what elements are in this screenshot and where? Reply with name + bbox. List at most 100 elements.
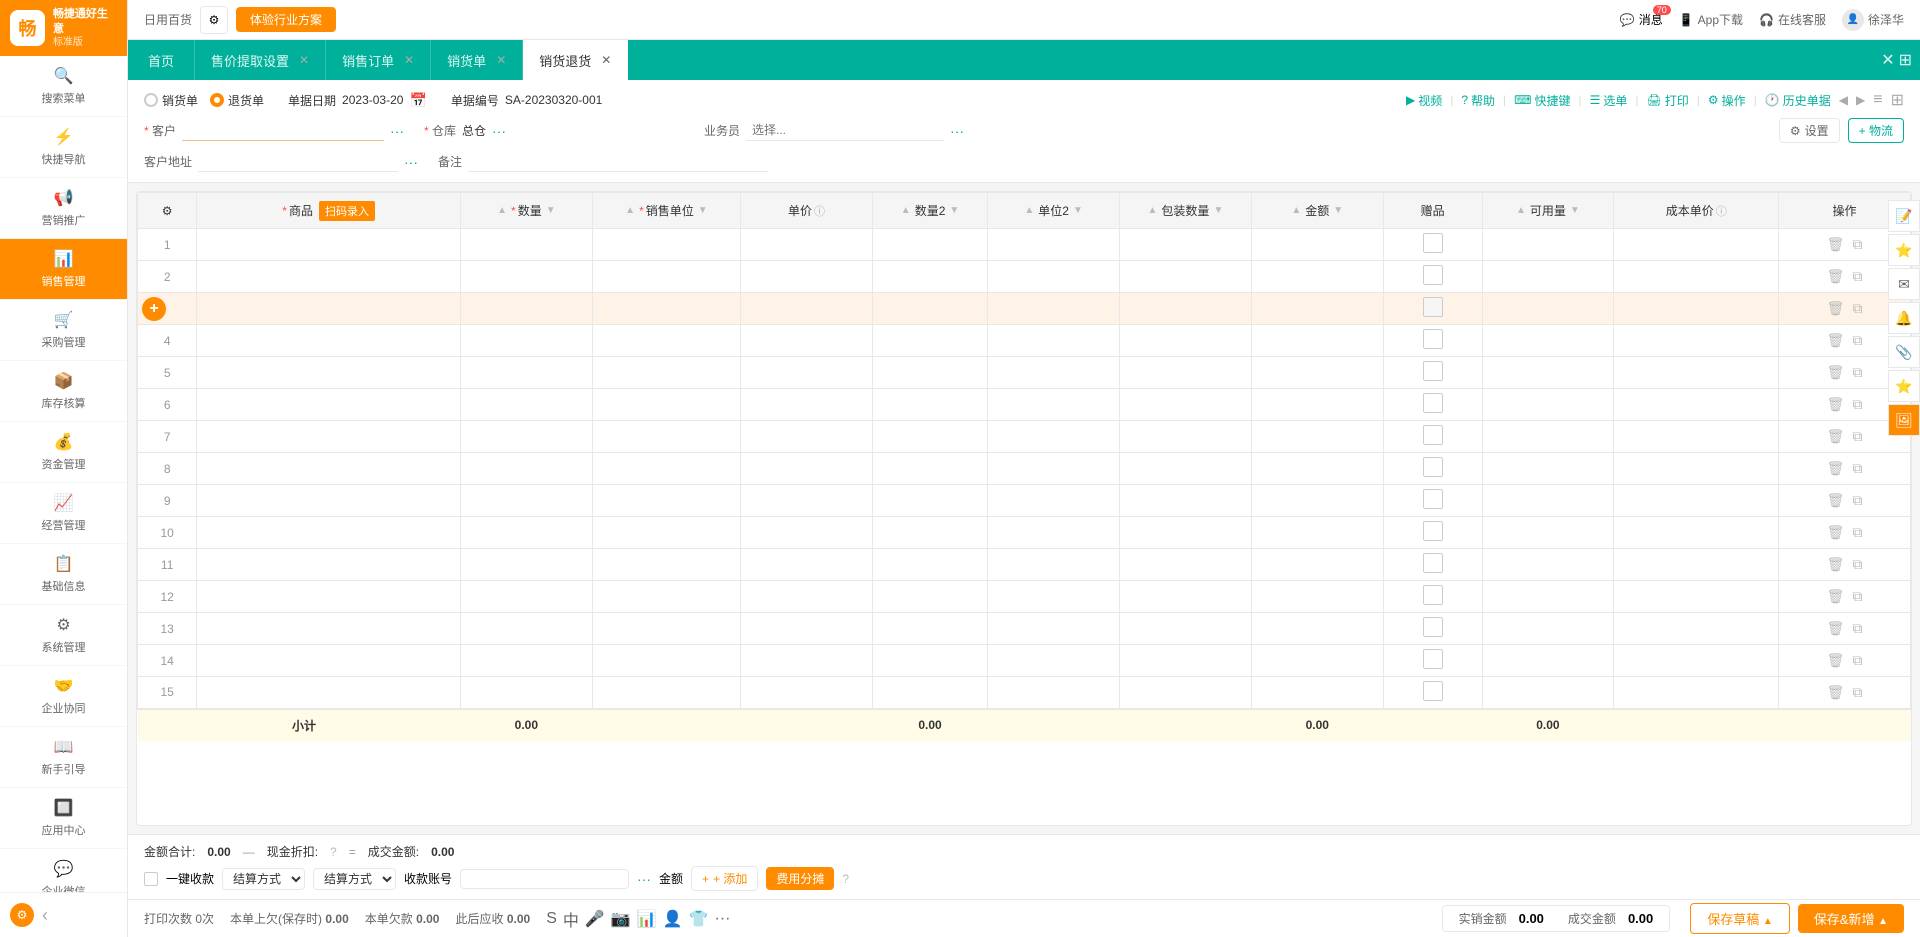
sidebar-item-inventory[interactable]: 📦 库存核算 [0,361,127,422]
qty2-cell[interactable] [872,613,987,645]
tool-more-icon[interactable]: ··· [714,910,730,928]
product-cell[interactable] [197,517,461,549]
scan-input-button[interactable]: 扫码录入 [319,201,375,221]
pack-qty-cell[interactable] [1120,613,1252,645]
radio-return[interactable]: 退货单 [210,92,264,109]
pack-qty-cell[interactable] [1120,357,1252,389]
product-cell[interactable] [197,645,461,677]
gift-checkbox[interactable] [1423,297,1443,317]
pack-qty-cell[interactable] [1120,229,1252,261]
sidebar-item-app-center[interactable]: 🔲 应用中心 [0,788,127,849]
pack-qty-cell[interactable] [1120,485,1252,517]
cost-cell[interactable] [1614,645,1779,677]
sidebar-item-operations[interactable]: 📈 经营管理 [0,483,127,544]
gift-checkbox[interactable] [1423,265,1443,285]
cost-cell[interactable] [1614,517,1779,549]
pack-qty-cell[interactable] [1120,581,1252,613]
product-input[interactable] [201,302,456,316]
sale-unit-cell[interactable] [592,261,740,293]
sale-unit-cell[interactable] [592,293,740,325]
sale-unit-cell[interactable] [592,517,740,549]
unit2-cell[interactable] [988,517,1120,549]
sidebar-item-marketing[interactable]: 📢 营销推广 [0,178,127,239]
gift-checkbox[interactable] [1423,457,1443,477]
history-link[interactable]: 🕐 历史单据 [1765,92,1831,109]
qty2-cell[interactable] [872,645,987,677]
calendar-icon[interactable]: 📅 [409,92,426,109]
product-cell[interactable] [197,581,461,613]
gift-checkbox[interactable] [1423,329,1443,349]
gift-cell[interactable] [1383,389,1482,421]
tab-delivery-close-icon[interactable]: ✕ [496,53,506,67]
amount-cell[interactable] [1251,549,1383,581]
app-download-button[interactable]: 📱 App下载 [1679,11,1743,28]
gift-cell[interactable] [1383,293,1482,325]
delete-row-icon[interactable]: 🗑 [1827,300,1845,317]
gift-checkbox[interactable] [1423,233,1443,253]
avail-cell[interactable] [1482,517,1614,549]
gift-checkbox[interactable] [1423,425,1443,445]
remark-input[interactable] [468,151,768,172]
price-cell[interactable] [741,261,873,293]
sale-unit-cell[interactable] [592,453,740,485]
copy-row-icon[interactable]: ⧉ [1852,332,1862,349]
pack-qty-cell[interactable] [1120,293,1252,325]
gift-cell[interactable] [1383,581,1482,613]
gift-checkbox[interactable] [1423,681,1443,701]
sidebar-item-system[interactable]: ⚙ 系统管理 [0,605,127,666]
amount-cell[interactable] [1251,485,1383,517]
sale-unit-cell[interactable] [592,581,740,613]
qty2-cell[interactable] [872,325,987,357]
gift-checkbox[interactable] [1423,617,1443,637]
unit2-cell[interactable] [988,389,1120,421]
gift-cell[interactable] [1383,517,1482,549]
avail-cell[interactable] [1482,293,1614,325]
qty-cell[interactable] [460,645,592,677]
sort-qty2-up-icon[interactable]: ▲ [901,205,911,216]
gift-checkbox[interactable] [1423,649,1443,669]
copy-row-icon[interactable]: ⧉ [1852,556,1862,573]
product-cell[interactable] [197,293,461,325]
sale-unit-cell[interactable] [592,485,740,517]
qty2-cell[interactable] [872,389,987,421]
sidebar-item-enterprise[interactable]: 🤝 企业协同 [0,666,127,727]
table-settings-icon[interactable]: ⚙ [162,204,173,218]
product-cell[interactable] [197,613,461,645]
float-item-6[interactable]: ⭐ [1888,370,1920,402]
cost-cell[interactable] [1614,485,1779,517]
account-input[interactable] [460,869,629,889]
cost-cell[interactable] [1614,677,1779,709]
logistics-button[interactable]: + 物流 [1848,118,1904,143]
delete-row-icon[interactable]: 🗑 [1827,684,1845,701]
delete-row-icon[interactable]: 🗑 [1827,268,1845,285]
amount-cell[interactable] [1251,293,1383,325]
copy-row-icon[interactable]: ⧉ [1852,652,1862,669]
tab-sales-close-icon[interactable]: ✕ [404,53,414,67]
copy-row-icon[interactable]: ⧉ [1852,684,1862,701]
demo-button[interactable]: 体验行业方案 [236,7,336,32]
gift-cell[interactable] [1383,485,1482,517]
tool-s-icon[interactable]: S [546,910,557,928]
tab-return[interactable]: 销货退货 ✕ [523,40,628,80]
price-cell[interactable] [741,645,873,677]
nav-prev-icon[interactable]: ◀ [1839,93,1848,107]
sale-unit-cell[interactable] [592,325,740,357]
one-click-pay-checkbox[interactable] [144,872,158,886]
qty2-cell[interactable] [872,453,987,485]
pack-qty-cell[interactable] [1120,677,1252,709]
sale-unit-cell[interactable] [592,229,740,261]
pack-qty-cell[interactable] [1120,645,1252,677]
delete-row-icon[interactable]: 🗑 [1827,492,1845,509]
salesperson-lookup-icon[interactable]: ··· [950,123,964,139]
user-profile[interactable]: 👤 徐泽华 [1842,9,1904,31]
amount-cell[interactable] [1251,677,1383,709]
tool-camera-icon[interactable]: 📷 [611,909,631,929]
product-cell[interactable] [197,229,461,261]
qty2-cell[interactable] [872,229,987,261]
sort-unit2-down-icon[interactable]: ▼ [1073,205,1083,216]
gift-cell[interactable] [1383,261,1482,293]
qty2-cell[interactable] [872,261,987,293]
sidebar-item-basic[interactable]: 📋 基础信息 [0,544,127,605]
delete-row-icon[interactable]: 🗑 [1827,652,1845,669]
sale-unit-cell[interactable] [592,677,740,709]
